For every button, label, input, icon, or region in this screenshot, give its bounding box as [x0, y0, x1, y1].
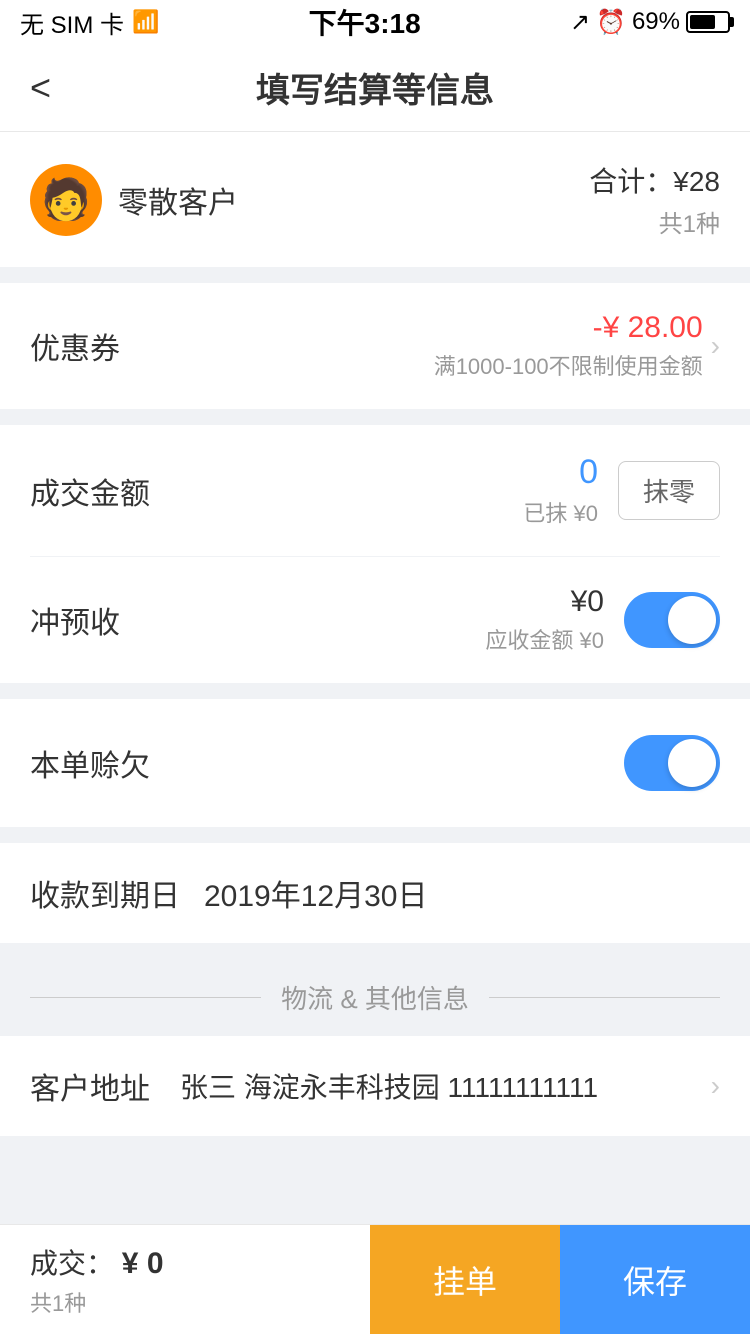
transaction-amount-area: 0 已抹 ¥0: [523, 453, 598, 528]
coupon-desc: 满1000-100不限制使用金额: [434, 349, 703, 381]
debt-row: 本单赊欠: [0, 699, 750, 827]
coupon-right: -¥ 28.00 满1000-100不限制使用金额 ›: [434, 311, 720, 381]
customer-left: 🧑 零散客户: [30, 164, 238, 236]
page-title: 填写结算等信息: [256, 63, 494, 112]
bottom-bar: 成交： ¥ 0 共1种 挂单 保存: [0, 1224, 750, 1334]
bottom-deal-row: 成交： ¥ 0: [30, 1242, 340, 1282]
prepay-amount-value: ¥0: [485, 585, 604, 619]
prepay-right: ¥0 应收金额 ¥0: [485, 585, 720, 655]
total-count: 共1种: [589, 204, 720, 239]
prepay-label: 冲预收: [30, 598, 120, 642]
total-amount: 合计：¥28: [589, 160, 720, 200]
address-left: 客户地址 张三 海淀永丰科技园 11111111111: [30, 1064, 598, 1108]
round-zero-button[interactable]: 抹零: [618, 461, 720, 520]
divider-line-right: [489, 997, 720, 998]
transaction-label: 成交金额: [30, 469, 150, 513]
pending-button[interactable]: 挂单: [370, 1225, 560, 1334]
bottom-deal-label: 成交：: [30, 1248, 114, 1279]
battery-percent: 69%: [632, 8, 680, 36]
nav-bar: < 填写结算等信息: [0, 44, 750, 132]
divider-line-left: [30, 997, 261, 998]
prepay-amount-sub: 应收金额 ¥0: [485, 623, 604, 655]
address-chevron-icon: ›: [711, 1070, 720, 1102]
transaction-amount-value: 0: [523, 453, 598, 492]
due-date-label: 收款到期日: [30, 871, 180, 915]
battery-fill: [690, 15, 715, 29]
logistics-header: 物流 & 其他信息: [0, 959, 750, 1036]
debt-section: 本单赊欠: [0, 699, 750, 827]
logistics-divider: 物流 & 其他信息: [30, 979, 720, 1016]
coupon-discount: -¥ 28.00: [434, 311, 703, 345]
back-button[interactable]: <: [30, 67, 51, 109]
status-right: ↗ ⏰ 69%: [570, 8, 730, 37]
customer-name: 零散客户: [118, 178, 238, 222]
avatar-icon: 🧑: [41, 176, 91, 223]
bottom-deal-amount: ¥ 0: [122, 1247, 164, 1280]
due-date-row: 收款到期日 2019年12月30日: [0, 843, 750, 943]
due-date-value: 2019年12月30日: [204, 871, 427, 915]
status-time: 下午3:18: [309, 2, 421, 42]
address-value: 张三 海淀永丰科技园 11111111111: [180, 1066, 598, 1106]
battery-icon: [686, 11, 730, 33]
prepay-row: 冲预收 ¥0 应收金额 ¥0: [0, 557, 750, 683]
status-bar: 无 SIM 卡 📶 下午3:18 ↗ ⏰ 69%: [0, 0, 750, 44]
transaction-section: 成交金额 0 已抹 ¥0 抹零 冲预收 ¥0 应收金额 ¥0: [0, 425, 750, 683]
prepay-amounts: ¥0 应收金额 ¥0: [485, 585, 604, 655]
bottom-info: 成交： ¥ 0 共1种: [0, 1242, 370, 1318]
coupon-row[interactable]: 优惠券 -¥ 28.00 满1000-100不限制使用金额 ›: [0, 283, 750, 409]
debt-label: 本单赊欠: [30, 741, 150, 785]
no-sim-label: 无 SIM 卡: [20, 5, 124, 40]
transaction-right: 0 已抹 ¥0 抹零: [523, 453, 720, 528]
address-row[interactable]: 客户地址 张三 海淀永丰科技园 11111111111 ›: [0, 1036, 750, 1136]
coupon-detail: -¥ 28.00 满1000-100不限制使用金额: [434, 311, 703, 381]
coupon-label: 优惠券: [30, 324, 120, 368]
alarm-icon: ⏰: [596, 8, 626, 37]
transaction-amount-sub: 已抹 ¥0: [523, 496, 598, 528]
debt-toggle[interactable]: [624, 735, 720, 791]
save-button[interactable]: 保存: [560, 1225, 750, 1334]
bottom-count: 共1种: [30, 1286, 340, 1318]
customer-right: 合计：¥28 共1种: [589, 160, 720, 239]
toggle-thumb: [668, 596, 716, 644]
logistics-label: 物流 & 其他信息: [281, 979, 469, 1016]
debt-toggle-thumb: [668, 739, 716, 787]
transaction-row: 成交金额 0 已抹 ¥0 抹零: [0, 425, 750, 556]
location-icon: ↗: [570, 8, 590, 37]
status-left: 无 SIM 卡 📶: [20, 5, 159, 40]
customer-avatar: 🧑: [30, 164, 102, 236]
logistics-section: 物流 & 其他信息 客户地址 张三 海淀永丰科技园 11111111111 ›: [0, 959, 750, 1136]
prepay-toggle[interactable]: [624, 592, 720, 648]
customer-row: 🧑 零散客户 合计：¥28 共1种: [0, 132, 750, 267]
address-key: 客户地址: [30, 1064, 150, 1108]
coupon-chevron-icon: ›: [711, 330, 720, 362]
wifi-icon: 📶: [132, 9, 159, 35]
